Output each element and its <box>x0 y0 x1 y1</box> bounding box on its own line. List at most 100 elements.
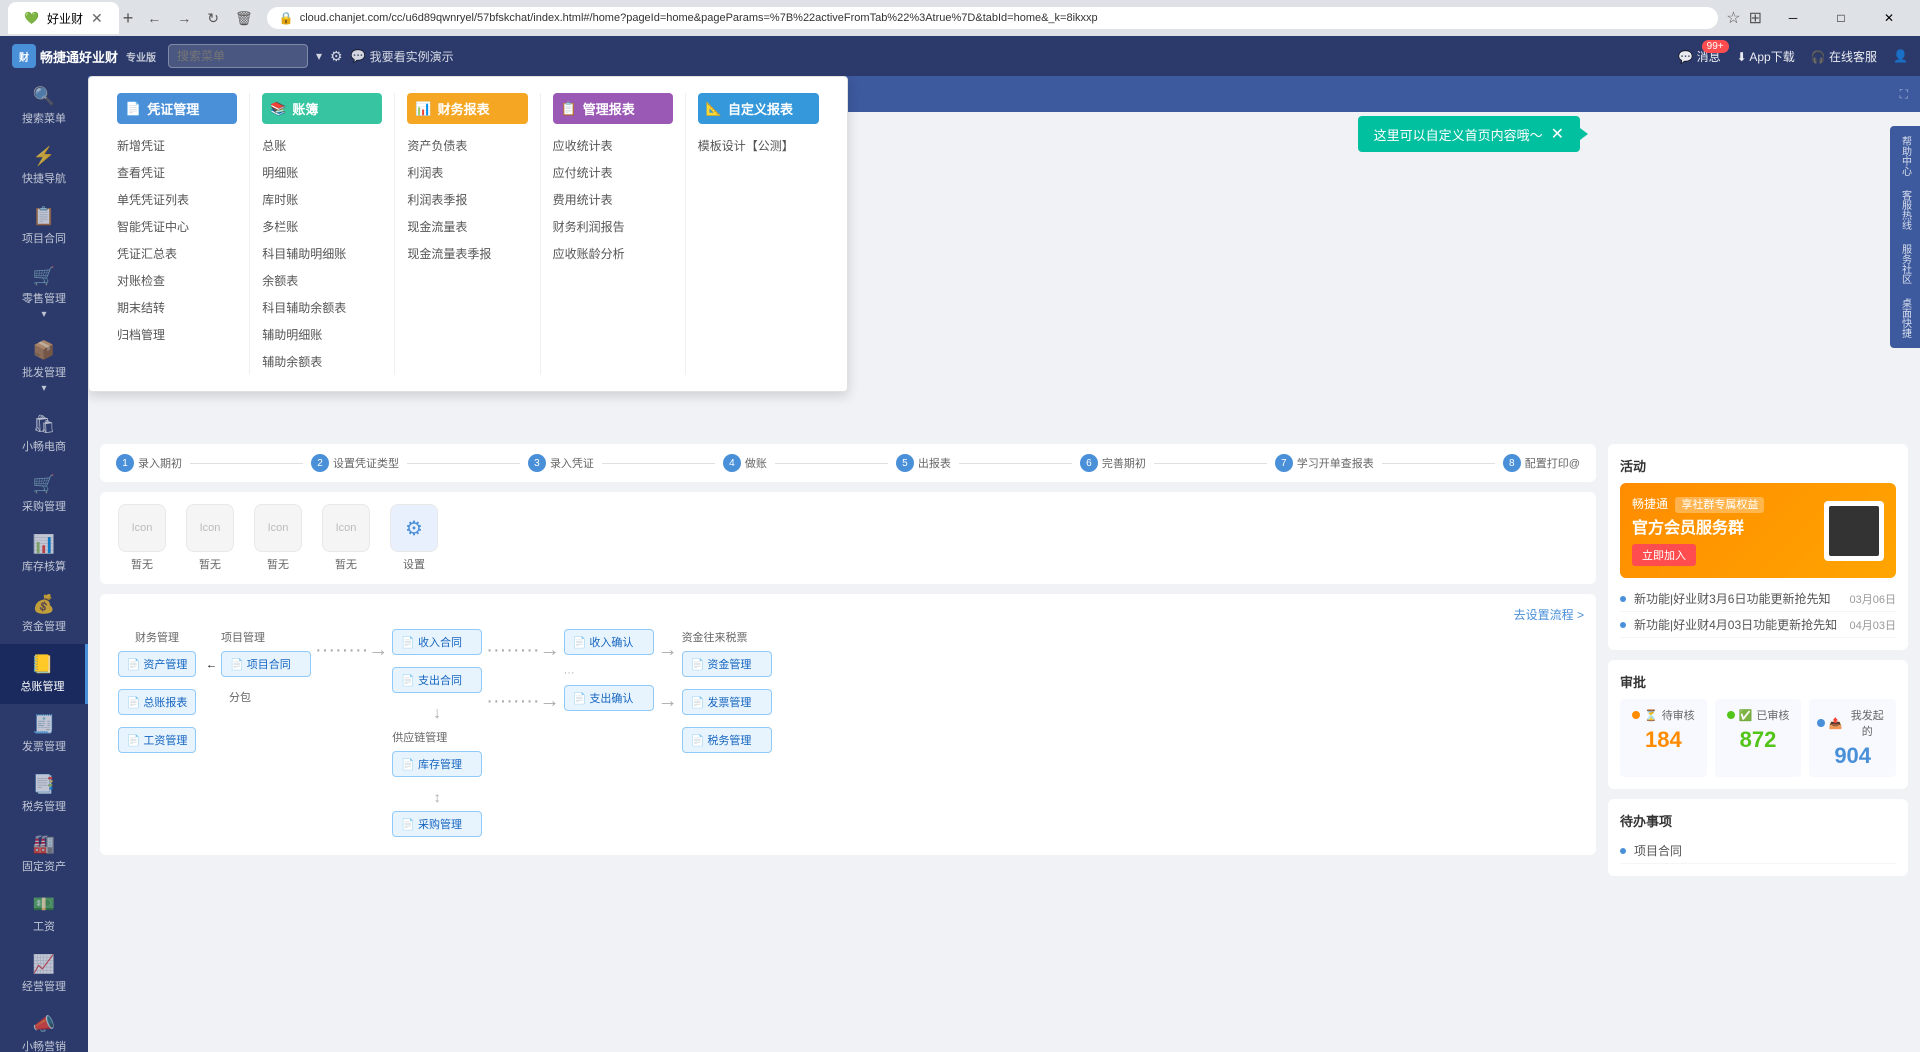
set-flow-link[interactable]: 去设置流程 > <box>1514 608 1584 622</box>
maximize-button[interactable]: □ <box>1818 2 1864 34</box>
mega-item-aux-balance[interactable]: 辅助余额表 <box>262 348 382 375</box>
approval-pending[interactable]: ⏳ 待审核 184 <box>1620 699 1707 777</box>
mega-item-expense-stats[interactable]: 费用统计表 <box>553 186 673 213</box>
mega-item-detail-ledger[interactable]: 明细账 <box>262 159 382 186</box>
mega-item-reconcile[interactable]: 对账检查 <box>117 267 237 294</box>
quick-nav-help[interactable]: 帮助中心 <box>1896 130 1915 182</box>
mega-item-aux-detail-ledger[interactable]: 辅助明细账 <box>262 321 382 348</box>
mega-item-smart-voucher[interactable]: 智能凭证中心 <box>117 213 237 240</box>
mega-item-view-voucher[interactable]: 查看凭证 <box>117 159 237 186</box>
news-item-1[interactable]: 新功能|好业财3月6日功能更新抢先知 03月06日 <box>1620 586 1896 612</box>
address-bar[interactable]: 🔒 cloud.chanjet.com/cc/u6d89qwnryel/57bf… <box>267 7 1719 29</box>
mega-item-add-voucher[interactable]: 新增凭证 <box>117 132 237 159</box>
sidebar-item-tax[interactable]: 📑 税务管理 <box>0 764 88 824</box>
mega-item-multi-col-ledger[interactable]: 多栏账 <box>262 213 382 240</box>
new-tab-button[interactable]: + <box>123 8 134 29</box>
flow-node-purchase-mgmt[interactable]: 📄 采购管理 <box>392 811 482 837</box>
flow-node-expense-confirm[interactable]: 📄 支出确认 <box>564 685 654 711</box>
mega-item-voucher-summary[interactable]: 凭证汇总表 <box>117 240 237 267</box>
sidebar-item-fixed-assets[interactable]: 🏭 固定资产 <box>0 824 88 884</box>
browser-tab[interactable]: 💚 好业财 ✕ <box>8 2 119 34</box>
message-button[interactable]: 💬 消息 99+ <box>1678 48 1720 65</box>
sidebar-item-ecommerce[interactable]: 🛍 小畅电商 <box>0 404 88 464</box>
todo-item-1[interactable]: 项目合同 <box>1620 838 1896 864</box>
sidebar-item-shortcut[interactable]: ⚡ 快捷导航 <box>0 136 88 196</box>
mega-item-ar-aging[interactable]: 应收账龄分析 <box>553 240 673 267</box>
quick-icon-5[interactable]: ⚙ 设置 <box>384 504 444 572</box>
mega-item-balance-sheet[interactable]: 资产负债表 <box>407 132 527 159</box>
quick-nav-community[interactable]: 服务社区 <box>1896 238 1915 290</box>
minimize-button[interactable]: ─ <box>1770 2 1816 34</box>
tab-close-button[interactable]: ✕ <box>91 10 103 27</box>
sidebar-item-finance[interactable]: 💰 资金管理 <box>0 584 88 644</box>
mega-item-period-transfer[interactable]: 期末结转 <box>117 294 237 321</box>
join-button[interactable]: 立即加入 <box>1632 544 1696 566</box>
quick-nav-hotline[interactable]: 客服热线 <box>1896 184 1915 236</box>
flow-node-tax-mgmt[interactable]: 📄 税务管理 <box>682 727 772 753</box>
demo-link[interactable]: 💬 我要看实例演示 <box>351 48 454 65</box>
mega-item-temp-ledger[interactable]: 库时账 <box>262 186 382 213</box>
flow-node-inventory-mgmt[interactable]: 📄 库存管理 <box>392 751 482 777</box>
sidebar-item-wholesale[interactable]: 📦 批发管理 ▾ <box>0 330 88 404</box>
mega-item-voucher-list[interactable]: 单凭凭证列表 <box>117 186 237 213</box>
quick-icon-1[interactable]: Icon 暂无 <box>112 504 172 572</box>
flow-node-revenue-contract[interactable]: 📄 收入合同 <box>392 629 482 655</box>
sidebar-item-retail[interactable]: 🛒 零售管理 ▾ <box>0 256 88 330</box>
mega-item-cashflow-quarterly[interactable]: 现金流量表季报 <box>407 240 527 267</box>
sidebar-item-invoice[interactable]: 🧾 发票管理 <box>0 704 88 764</box>
sidebar-item-operations[interactable]: 📈 经营管理 <box>0 944 88 1004</box>
done-icon: ✅ <box>1739 709 1753 722</box>
mega-item-ap-stats[interactable]: 应付统计表 <box>553 159 673 186</box>
mega-item-subject-aux-balance[interactable]: 科目辅助余额表 <box>262 294 382 321</box>
mega-col-ledger: 📚 账簿 总账 明细账 库时账 多栏账 科目辅助明细账 余额表 科目辅助余额表 … <box>250 93 395 375</box>
sidebar-item-purchase[interactable]: 🛒 采购管理 <box>0 464 88 524</box>
mega-item-ar-stats[interactable]: 应收统计表 <box>553 132 673 159</box>
app-download-button[interactable]: ⬇ App下载 <box>1737 48 1795 65</box>
mega-item-general-ledger[interactable]: 总账 <box>262 132 382 159</box>
expand-icon[interactable]: ⛶ <box>1900 87 1908 102</box>
approval-sent[interactable]: 📤 我发起的 904 <box>1809 699 1896 777</box>
mega-item-subject-aux-detail[interactable]: 科目辅助明细账 <box>262 240 382 267</box>
mega-item-income-quarterly[interactable]: 利润表季报 <box>407 186 527 213</box>
sidebar-item-payroll[interactable]: 💵 工资 <box>0 884 88 944</box>
user-avatar[interactable]: 👤 <box>1893 49 1908 63</box>
mega-item-archive[interactable]: 归档管理 <box>117 321 237 348</box>
header-dropdown[interactable]: ▾ <box>316 49 322 63</box>
flow-node-revenue-confirm[interactable]: 📄 收入确认 <box>564 629 654 655</box>
online-support-button[interactable]: 🎧 在线客服 <box>1811 48 1877 65</box>
close-button[interactable]: ✕ <box>1866 2 1912 34</box>
flow-node-payroll-mgmt[interactable]: 📄 工资管理 <box>118 727 197 753</box>
delete-button[interactable]: 🗑 <box>229 8 259 29</box>
customize-close-button[interactable]: ✕ <box>1551 124 1564 144</box>
mega-item-cashflow[interactable]: 现金流量表 <box>407 213 527 240</box>
header-settings-icon[interactable]: ⚙ <box>330 48 343 65</box>
sidebar-item-search[interactable]: 🔍 搜索菜单 <box>0 76 88 136</box>
flow-node-expense-contract[interactable]: 📄 支出合同 <box>392 667 482 693</box>
search-input[interactable] <box>168 44 308 68</box>
quick-icon-4[interactable]: Icon 暂无 <box>316 504 376 572</box>
approval-done[interactable]: ✅ 已审核 872 <box>1715 699 1802 777</box>
quick-icon-3[interactable]: Icon 暂无 <box>248 504 308 572</box>
mega-item-profit-report[interactable]: 财务利润报告 <box>553 213 673 240</box>
ellipsis-button[interactable]: ··· <box>564 667 654 679</box>
quick-icon-2[interactable]: Icon 暂无 <box>180 504 240 572</box>
mega-item-template-design[interactable]: 模板设计【公测】 <box>698 132 819 159</box>
sidebar-item-project[interactable]: 📋 项目合同 <box>0 196 88 256</box>
sidebar-item-inventory[interactable]: 📊 库存核算 <box>0 524 88 584</box>
flow-node-ledger-report[interactable]: 📄 总账报表 <box>118 689 197 715</box>
mega-item-income-stmt[interactable]: 利润表 <box>407 159 527 186</box>
sidebar-item-accounting[interactable]: 📒 总账管理 <box>0 644 88 704</box>
flow-node-invoice-mgmt[interactable]: 📄 发票管理 <box>682 689 772 715</box>
refresh-button[interactable]: ↻ <box>201 8 225 29</box>
flow-node-asset[interactable]: 📄 资产管理 <box>118 651 197 677</box>
sidebar-item-marketing[interactable]: 📣 小畅营销 <box>0 1004 88 1052</box>
mega-item-balance-table[interactable]: 余额表 <box>262 267 382 294</box>
flow-node-project-contract[interactable]: 📄 项目合同 <box>221 651 311 677</box>
flow-node-fund-mgmt[interactable]: 📄 资金管理 <box>682 651 772 677</box>
forward-button[interactable]: → <box>171 8 197 28</box>
quick-nav-desktop[interactable]: 桌面快捷 <box>1896 292 1915 344</box>
news-item-2[interactable]: 新功能|好业财4月03日功能更新抢先知 04月03日 <box>1620 612 1896 638</box>
bookmark-icon[interactable]: ☆ <box>1726 8 1740 28</box>
back-button[interactable]: ← <box>141 8 167 28</box>
extensions-icon[interactable]: ⊞ <box>1749 8 1762 28</box>
